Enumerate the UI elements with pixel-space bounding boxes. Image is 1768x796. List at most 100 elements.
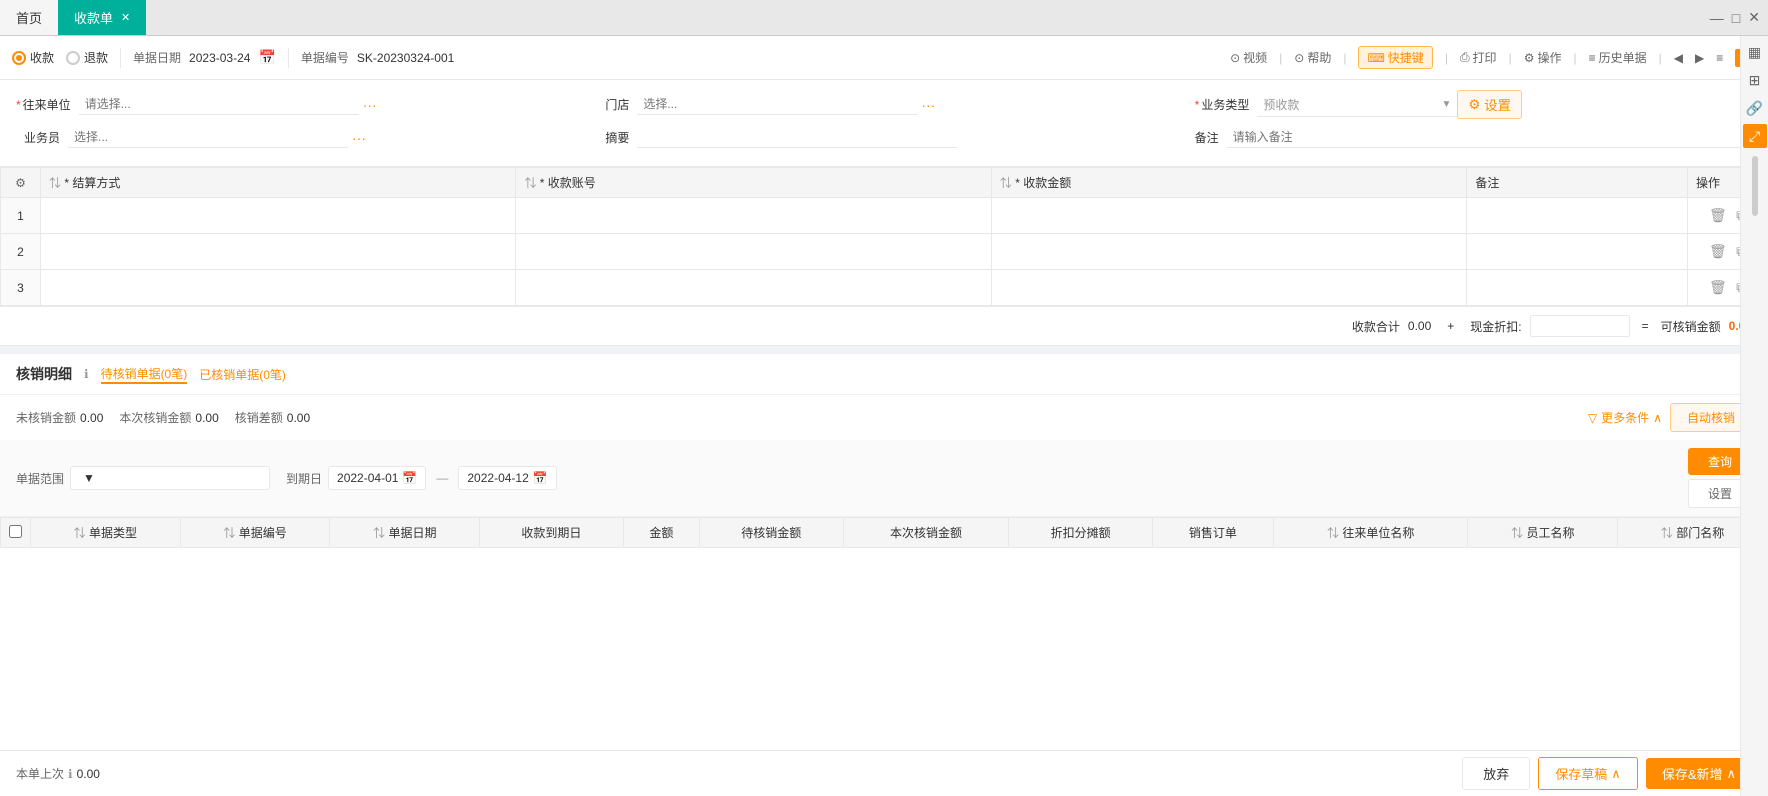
close-icon[interactable]: ✕ — [1748, 9, 1760, 26]
equals-sign: = — [1642, 319, 1649, 333]
minimize-icon[interactable]: — — [1710, 10, 1724, 26]
help-icon: ⊙ — [1294, 51, 1304, 65]
col-due-date: 收款到期日 — [480, 518, 623, 548]
due-date-label: 到期日 — [286, 470, 322, 487]
sort-icon-type: ⇅ — [74, 526, 86, 540]
help-label: 帮助 — [1307, 49, 1331, 66]
counterparty-label: 往来单位 — [23, 96, 71, 113]
sidebar-sheet-icon[interactable]: ⊞ — [1743, 68, 1767, 92]
delete-icon-1[interactable]: 🗑 — [1709, 207, 1727, 223]
counterparty-input[interactable] — [79, 94, 359, 115]
receipt-table-container: ⚙ ⇅ * 结算方式 ⇅ * 收款账号 ⇅ * 收款金额 — [0, 167, 1768, 306]
shortcut-btn[interactable]: ⌨ 快捷键 — [1358, 46, 1432, 69]
radio-refund[interactable]: 退款 — [66, 49, 108, 66]
video-label: 视频 — [1243, 49, 1267, 66]
receipt-table: ⚙ ⇅ * 结算方式 ⇅ * 收款账号 ⇅ * 收款金额 — [0, 167, 1768, 306]
main-area: 收款 退款 单据日期 2023-03-24 📅 单据编号 SK-20230324… — [0, 36, 1768, 796]
filter-row: 单据范围 ▼ 到期日 2022-04-01 📅 — 2022-04-12 📅 — [0, 440, 1768, 517]
operations-btn[interactable]: ⚙ 操作 — [1524, 49, 1562, 66]
toolbar: 收款 退款 单据日期 2023-03-24 📅 单据编号 SK-20230324… — [0, 36, 1768, 80]
stat-diff-value: 0.00 — [287, 411, 310, 425]
cell-settlement-2[interactable] — [41, 234, 516, 270]
toolbar-right: ⊙ 视频 | ⊙ 帮助 | ⌨ 快捷键 | ⎙ 打印 | ⚙ 操作 | — [1230, 46, 1756, 69]
date-separator: — — [436, 471, 448, 485]
sidebar-expand-icon[interactable]: ⤢ — [1743, 124, 1767, 148]
stat-unverified: 未核销金额 0.00 — [16, 409, 103, 426]
history-btn[interactable]: ≡ 历史单据 — [1589, 49, 1647, 66]
summary-row: 收款合计 0.00 + 现金折扣: = 可核销金额 0.00 — [0, 306, 1768, 346]
cell-settlement-3[interactable] — [41, 270, 516, 306]
staff-more-icon[interactable]: ··· — [348, 130, 370, 146]
cell-amount-1[interactable] — [991, 198, 1466, 234]
stat-current-value: 0.00 — [195, 411, 218, 425]
cell-remark-3[interactable] — [1467, 270, 1688, 306]
tab-receipt[interactable]: 收款单 ✕ — [58, 0, 146, 35]
range-arrow: ▼ — [83, 471, 95, 485]
date-label: 单据日期 — [133, 49, 181, 66]
maximize-icon[interactable]: □ — [1732, 10, 1740, 26]
settings-label: 设置 — [1484, 95, 1511, 114]
due-date-start[interactable]: 2022-04-01 📅 — [328, 466, 426, 490]
form-row-2: 业务员 ··· 摘要 备注 — [16, 127, 1752, 148]
nav-prev-icon[interactable]: ◀ — [1674, 51, 1683, 65]
store-input[interactable] — [637, 94, 917, 115]
discount-input[interactable] — [1530, 315, 1630, 337]
calendar-start-icon: 📅 — [402, 471, 417, 485]
due-date-start-value: 2022-04-01 — [337, 471, 398, 485]
total-value: 0.00 — [1408, 319, 1431, 333]
tab-home[interactable]: 首页 — [0, 0, 58, 35]
tab-pending[interactable]: 待核销单据(0笔) — [101, 365, 188, 384]
select-all-checkbox[interactable] — [9, 525, 22, 538]
delete-icon-2[interactable]: 🗑 — [1709, 243, 1727, 259]
print-btn[interactable]: ⎙ 打印 — [1460, 49, 1497, 66]
radio-receipt-label: 收款 — [30, 49, 54, 66]
delete-icon-3[interactable]: 🗑 — [1709, 279, 1727, 295]
summary-input[interactable] — [637, 127, 957, 148]
footer-limit: 本单上次 ℹ 0.00 — [16, 765, 100, 782]
abandon-btn[interactable]: 放弃 — [1462, 757, 1530, 790]
total-label: 收款合计 — [1352, 318, 1400, 335]
operations-icon: ⚙ — [1524, 51, 1535, 65]
save-draft-btn[interactable]: 保存草稿 ∧ — [1538, 757, 1638, 790]
footer-limit-info-icon[interactable]: ℹ — [68, 767, 73, 781]
nav-next-icon[interactable]: ▶ — [1695, 51, 1704, 65]
remark-input[interactable] — [1227, 127, 1752, 148]
footer-limit-value: 0.00 — [77, 767, 100, 781]
cell-amount-3[interactable] — [991, 270, 1466, 306]
store-more-icon[interactable]: ··· — [917, 97, 939, 113]
save-new-btn[interactable]: 保存&新增 ∧ — [1646, 758, 1752, 789]
sort-icon-settlement: ⇅ — [49, 176, 61, 190]
cell-account-1[interactable] — [516, 198, 991, 234]
help-btn[interactable]: ⊙ 帮助 — [1294, 49, 1331, 66]
table-gear-icon[interactable]: ⚙ — [15, 176, 26, 190]
cell-account-2[interactable] — [516, 234, 991, 270]
due-date-end[interactable]: 2022-04-12 📅 — [458, 466, 556, 490]
cell-remark-1[interactable] — [1467, 198, 1688, 234]
sidebar-link-icon[interactable]: 🔗 — [1743, 96, 1767, 120]
more-conditions-btn[interactable]: ▽ 更多条件 ∧ — [1588, 409, 1662, 426]
divider-2 — [288, 48, 289, 68]
video-btn[interactable]: ⊙ 视频 — [1230, 49, 1267, 66]
tab-receipt-label: 收款单 — [74, 8, 113, 27]
cell-settlement-1[interactable] — [41, 198, 516, 234]
tab-done[interactable]: 已核销单据(0笔) — [199, 366, 286, 383]
radio-receipt[interactable]: 收款 — [12, 49, 54, 66]
cell-account-3[interactable] — [516, 270, 991, 306]
calendar-icon[interactable]: 📅 — [258, 49, 275, 66]
business-type-select[interactable]: 预收款 ▼ — [1257, 93, 1457, 117]
footer-limit-label: 本单上次 — [16, 765, 64, 782]
staff-input[interactable] — [68, 127, 348, 148]
range-select[interactable]: ▼ — [70, 466, 270, 490]
col-current-amount: 本次核销金额 — [843, 518, 1009, 548]
range-field: 单据范围 ▼ — [16, 466, 270, 490]
settings-button[interactable]: ⚙ 设置 — [1457, 90, 1522, 119]
nav-list-icon[interactable]: ≡ — [1716, 51, 1723, 65]
cell-amount-2[interactable] — [991, 234, 1466, 270]
counterparty-more-icon[interactable]: ··· — [359, 97, 381, 113]
sidebar-table-icon[interactable]: ▦ — [1743, 40, 1767, 64]
row-num-1: 1 — [1, 198, 41, 234]
sort-icon-date: ⇅ — [373, 526, 385, 540]
section-info-icon[interactable]: ℹ — [84, 367, 89, 381]
tab-close-icon[interactable]: ✕ — [121, 11, 130, 24]
cell-remark-2[interactable] — [1467, 234, 1688, 270]
